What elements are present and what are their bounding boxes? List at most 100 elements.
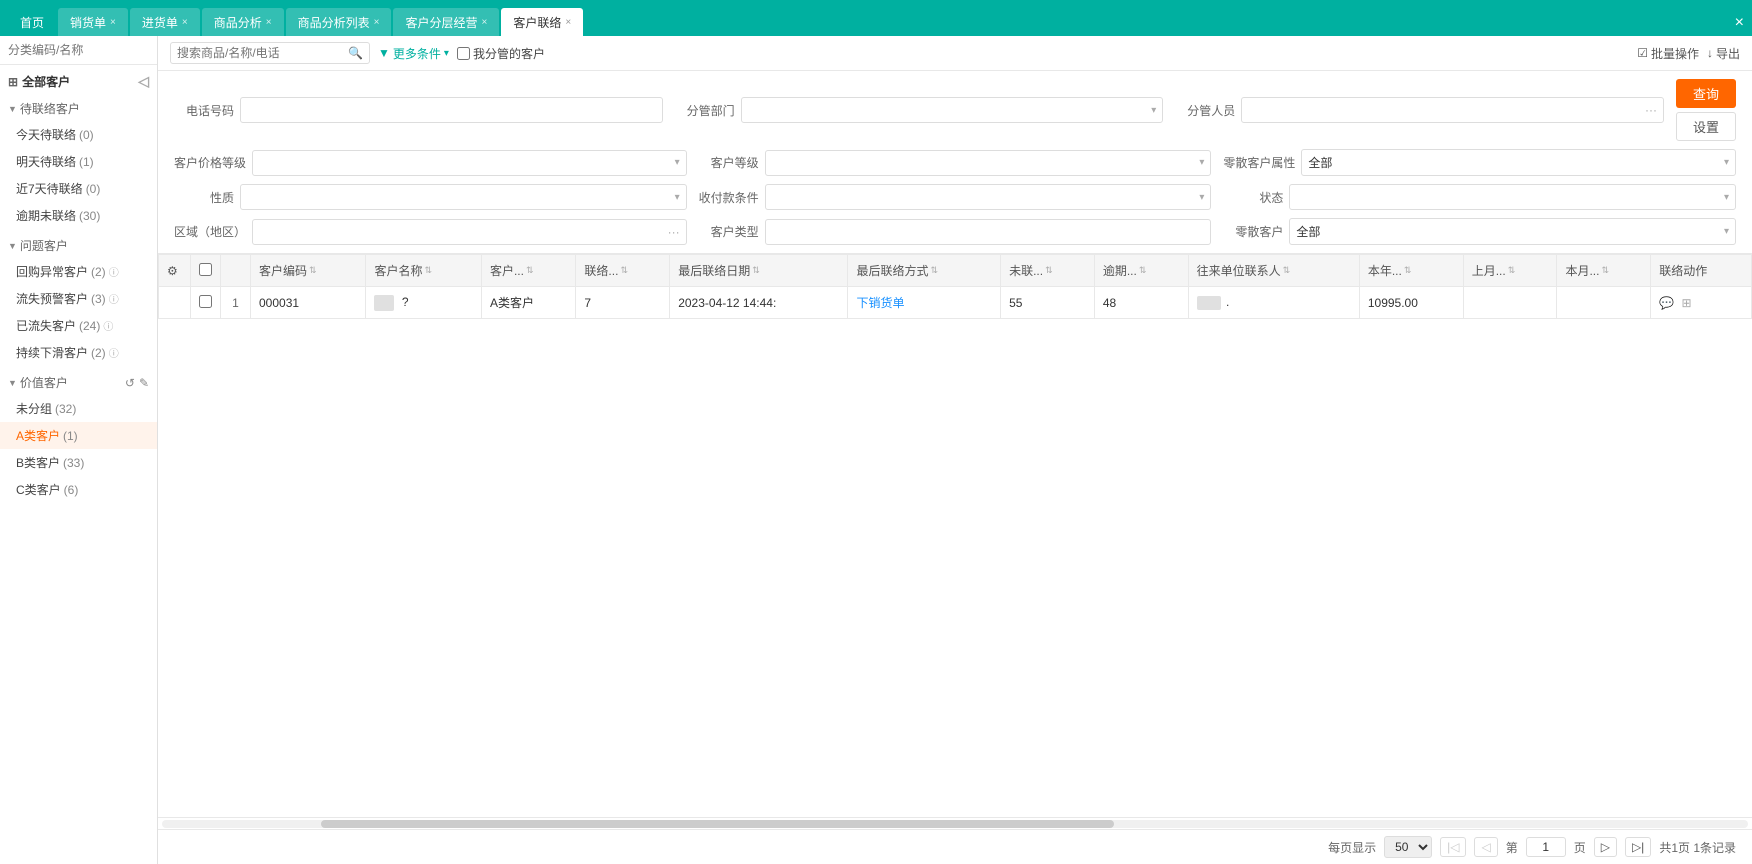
last-page-button[interactable]: ▷| [1625,837,1651,857]
row-settings-cell [159,287,191,319]
refresh-icon[interactable]: ↺ [125,376,135,390]
phone-input[interactable] [240,97,663,123]
sidebar-item-today-pending[interactable]: 今天待联络 (0) [0,121,157,148]
close-all-button[interactable]: × [1735,14,1744,36]
sidebar-search-input[interactable] [8,43,158,57]
select-all-checkbox[interactable] [199,263,212,276]
sidebar-item-churn-warning[interactable]: 流失预警客户 (3) ⓘ [0,285,157,312]
col-this-year[interactable]: 本年... ⇅ [1359,255,1463,287]
sidebar-item-b-class[interactable]: B类客户 (33) [0,449,157,476]
search-icon[interactable]: 🔍 [348,46,363,60]
status-label: 状态 [1223,189,1283,206]
nav-tab-purchase[interactable]: 进货单 × [130,8,200,36]
close-analysis-list-icon[interactable]: × [374,17,380,28]
sidebar-item-overdue-pending[interactable]: 逾期未联络 (30) [0,202,157,229]
horizontal-scrollbar[interactable] [158,817,1752,829]
sidebar-item-repurchase-abnormal[interactable]: 回购异常客户 (2) ⓘ [0,258,157,285]
nav-tab-home[interactable]: 首页 [8,8,56,36]
col-overdue[interactable]: 逾期... ⇅ [1094,255,1188,287]
col-no-contact[interactable]: 未联... ⇅ [1001,255,1095,287]
col-action: 联络动作 [1651,255,1752,287]
close-customer-contact-icon[interactable]: × [565,17,571,28]
next-page-button[interactable]: ▷ [1594,837,1617,857]
per-page-select[interactable]: 50 [1384,836,1432,858]
value-customers-title[interactable]: ▼ 价值客户 ↺ ✎ [0,370,157,395]
col-last-method[interactable]: 最后联络方式 ⇅ [848,255,1001,287]
sidebar-item-tomorrow-pending[interactable]: 明天待联络 (1) [0,148,157,175]
arrow-down-icon: ▼ [8,104,17,114]
row-action: 💬 ⊞ [1651,287,1752,319]
close-sales-icon[interactable]: × [110,17,116,28]
col-settings[interactable]: ⚙ [159,255,191,287]
col-unit-contact[interactable]: 往来单位联系人 ⇅ [1188,255,1359,287]
info-icon-4: ⓘ [109,345,119,360]
col-code[interactable]: 客户编码 ⇅ [251,255,366,287]
payment-select[interactable]: ▾ [765,184,1212,210]
export-button[interactable]: ↓ 导出 [1707,45,1740,62]
sort-method-icon: ⇅ [930,265,938,276]
page-label: 第 [1506,839,1518,856]
customer-level-select[interactable]: ▾ [765,150,1212,176]
page-number-input[interactable] [1526,837,1566,857]
person-select[interactable]: ··· [1241,97,1664,123]
row-no: 1 [221,287,251,319]
col-contact[interactable]: 联络... ⇅ [576,255,670,287]
my-customers-checkbox[interactable] [457,47,470,60]
status-select[interactable]: ▾ [1289,184,1736,210]
sidebar-item-a-class[interactable]: A类客户 (1) [0,422,157,449]
nature-select[interactable]: ▾ [240,184,687,210]
filter-retail-attr: 零散客户属性 全部▾ [1223,149,1736,176]
retail-attr-label: 零散客户属性 [1223,154,1295,171]
sidebar-item-unclassified[interactable]: 未分组 (32) [0,395,157,422]
sort-lastmonth-icon: ⇅ [1508,265,1516,276]
row-last-method: 下销货单 [848,287,1001,319]
region-label: 区域（地区） [174,223,246,240]
region-select[interactable]: ··· [252,219,687,245]
query-button[interactable]: 查询 [1676,79,1736,108]
nav-tab-sales[interactable]: 销货单 × [58,8,128,36]
more-filter-button[interactable]: ▼ 更多条件 ▾ [378,45,449,62]
first-page-button[interactable]: |◁ [1440,837,1466,857]
nav-tab-analysis[interactable]: 商品分析 × [202,8,284,36]
chat-action-icon[interactable]: 💬 [1659,296,1674,310]
batch-operation-button[interactable]: ☑ 批量操作 [1637,45,1699,62]
row-this-month [1557,287,1651,319]
grid-action-icon[interactable]: ⊞ [1682,296,1692,310]
settings-button[interactable]: 设置 [1676,112,1736,141]
problem-customers-title[interactable]: ▼ 问题客户 [0,233,157,258]
retail-attr-select[interactable]: 全部▾ [1301,149,1736,176]
prev-page-button[interactable]: ◁ [1474,837,1497,857]
nav-tab-analysis-list[interactable]: 商品分析列表 × [286,8,392,36]
collapse-sidebar-icon[interactable]: ◁ [138,73,149,90]
close-customer-mgmt-icon[interactable]: × [481,17,487,28]
close-analysis-icon[interactable]: × [266,17,272,28]
col-no [221,255,251,287]
sidebar-item-churned[interactable]: 已流失客户 (24) ⓘ [0,312,157,339]
contact-method-link[interactable]: 下销货单 [856,296,904,310]
col-name[interactable]: 客户名称 ⇅ [366,255,481,287]
sidebar-item-7day-pending[interactable]: 近7天待联络 (0) [0,175,157,202]
retail-customer-select[interactable]: 全部▾ [1289,218,1736,245]
nav-tab-customer-contact[interactable]: 客户联络 × [501,8,583,36]
sidebar-item-declining[interactable]: 持续下滑客户 (2) ⓘ [0,339,157,366]
close-purchase-icon[interactable]: × [182,17,188,28]
customer-type-select[interactable] [765,219,1212,245]
sort-contact-icon: ⇅ [620,265,628,276]
customer-type-label: 客户类型 [699,223,759,240]
search-input[interactable] [177,46,348,60]
dept-select[interactable]: ▾ [741,97,1164,123]
col-last-month[interactable]: 上月... ⇅ [1463,255,1557,287]
phone-label: 电话号码 [174,102,234,119]
filter-payment: 收付款条件 ▾ [699,184,1212,210]
settings-gear-icon[interactable]: ⚙ [167,264,178,278]
edit-icon[interactable]: ✎ [139,376,149,390]
sort-year-icon: ⇅ [1404,265,1412,276]
sidebar-item-c-class[interactable]: C类客户 (6) [0,476,157,503]
row-checkbox[interactable] [199,295,212,308]
col-last-date[interactable]: 最后联络日期 ⇅ [670,255,848,287]
col-this-month[interactable]: 本月... ⇅ [1557,255,1651,287]
col-type[interactable]: 客户... ⇅ [481,255,575,287]
price-level-select[interactable]: ▾ [252,150,687,176]
pending-contact-title[interactable]: ▼ 待联络客户 [0,96,157,121]
nav-tab-customer-mgmt[interactable]: 客户分层经营 × [393,8,499,36]
